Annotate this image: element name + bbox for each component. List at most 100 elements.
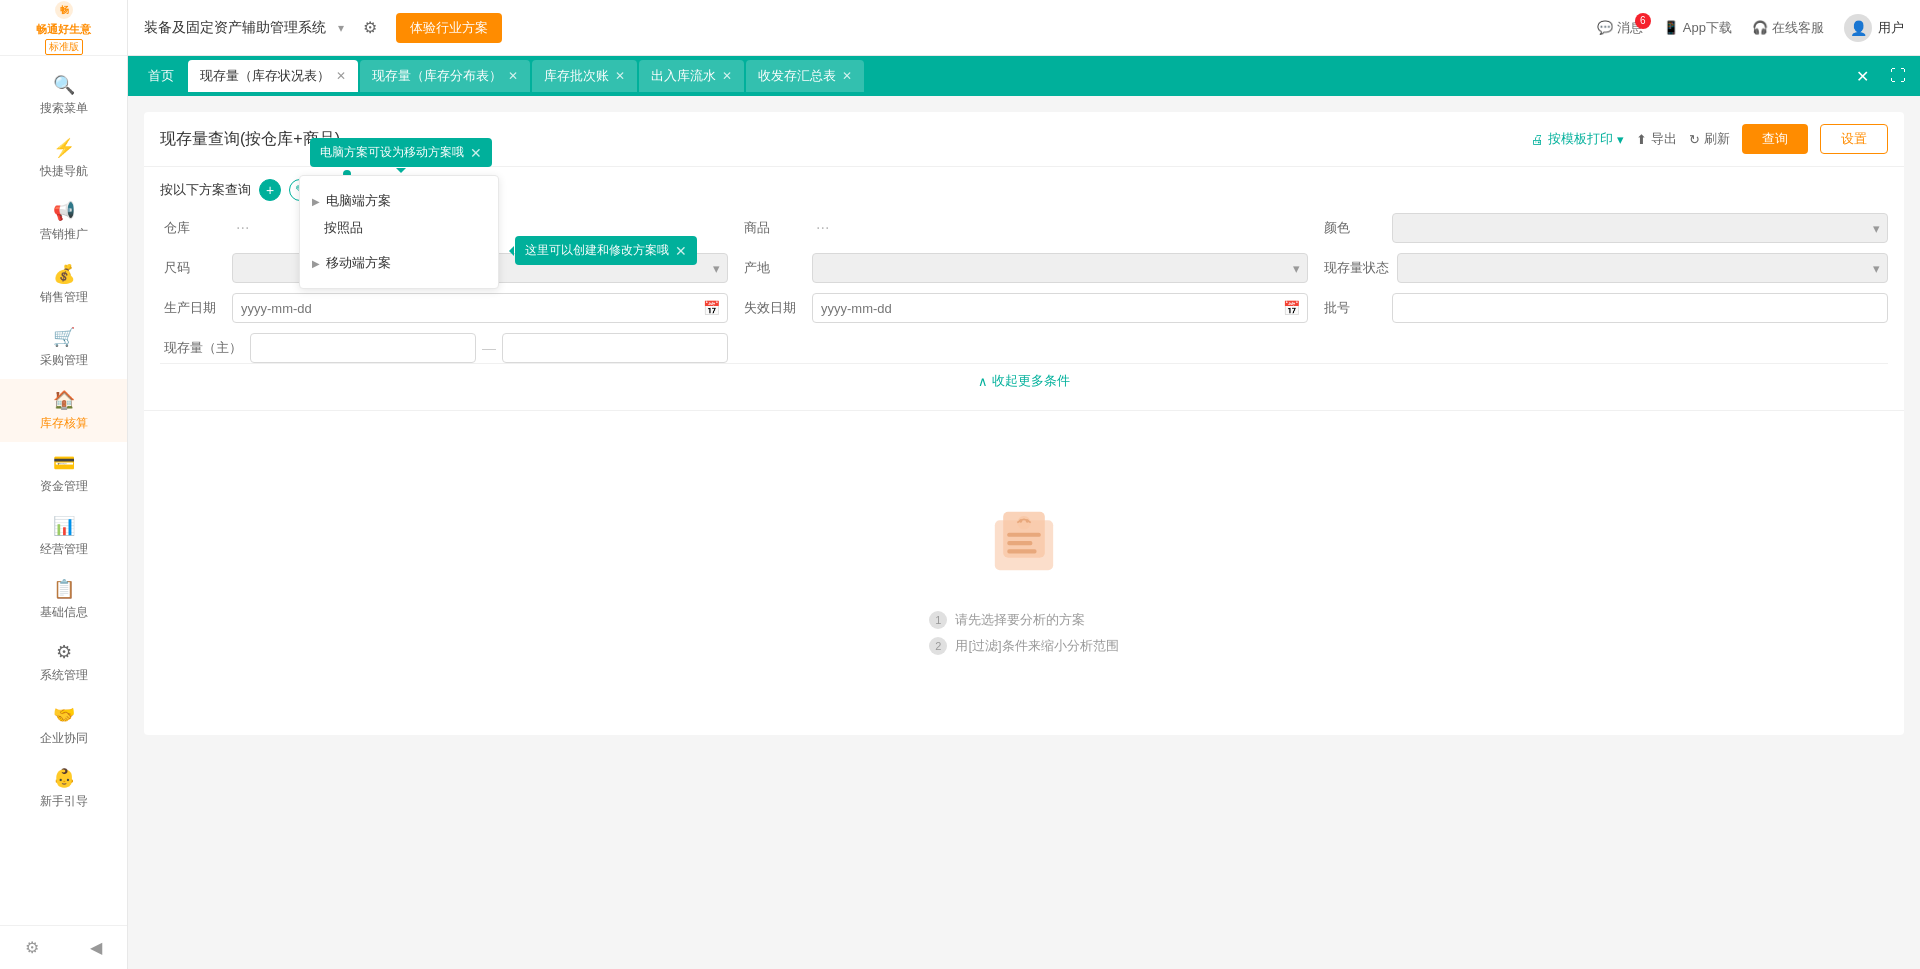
tab-close-inventory-dist[interactable]: ✕ [508, 70, 518, 82]
header-right: 💬 消息 6 📱 App下载 🎧 在线客服 👤 用户 [1597, 14, 1904, 42]
desktop-scheme-toggle[interactable]: ▶ 电脑端方案 [300, 188, 498, 214]
desktop-scheme-item-1[interactable]: 按照品 [300, 214, 498, 242]
tab-close-inventory-status[interactable]: ✕ [336, 70, 346, 82]
phone-icon: 📱 [1663, 20, 1679, 35]
sidebar-item-guide[interactable]: 👶 新手引导 [0, 757, 127, 820]
sidebar-item-quicknav[interactable]: ⚡ 快捷导航 [0, 127, 127, 190]
sidebar-item-purchase[interactable]: 🛒 采购管理 [0, 316, 127, 379]
industry-btn[interactable]: 体验行业方案 [396, 13, 502, 43]
expire-date-input[interactable] [812, 293, 1308, 323]
settings-bottom-icon[interactable]: ⚙ [25, 938, 39, 957]
online-service-btn[interactable]: 🎧 在线客服 [1752, 19, 1824, 37]
refresh-btn[interactable]: ↻ 刷新 [1689, 130, 1730, 148]
app-download-btn[interactable]: 📱 App下载 [1663, 19, 1732, 37]
tab-close-batch-account[interactable]: ✕ [615, 70, 625, 82]
sidebar-item-base[interactable]: 📋 基础信息 [0, 568, 127, 631]
reset-btn[interactable]: 设置 [1820, 124, 1888, 154]
add-scheme-btn[interactable]: + [259, 179, 281, 201]
app-download-label: App下载 [1683, 19, 1732, 37]
create-scheme-tooltip-text: 这里可以创建和修改方案哦 [525, 242, 669, 259]
expire-date-icon: 📅 [1283, 300, 1300, 316]
logo-tag: 标准版 [45, 39, 83, 55]
tab-close-recv-send-summary[interactable]: ✕ [842, 70, 852, 82]
collapse-bar[interactable]: ∧ 收起更多条件 [160, 363, 1888, 398]
print-label: 按模板打印 [1548, 130, 1613, 148]
finance-icon: 💳 [53, 452, 75, 474]
header-left: 装备及固定资产辅助管理系统 ▾ ⚙ 体验行业方案 [144, 13, 502, 43]
produce-date-icon: 📅 [703, 300, 720, 316]
base-icon: 📋 [53, 578, 75, 600]
purchase-icon: 🛒 [53, 326, 75, 348]
tab-inventory-dist[interactable]: 现存量（库存分布表） ✕ [360, 60, 530, 92]
user-menu[interactable]: 👤 用户 [1844, 14, 1904, 42]
sidebar-item-management[interactable]: 📊 经营管理 [0, 505, 127, 568]
tab-close-in-out-flow[interactable]: ✕ [722, 70, 732, 82]
batch-input[interactable] [1392, 293, 1888, 323]
tab-inventory-status[interactable]: 现存量（库存状况表） ✕ [188, 60, 358, 92]
sidebar-item-system[interactable]: ⚙ 系统管理 [0, 631, 127, 694]
sidebar-item-finance[interactable]: 💳 资金管理 [0, 442, 127, 505]
empty-illustration [974, 491, 1074, 591]
filter-row-4: 现存量（主） — [164, 333, 1888, 363]
size-label: 尺码 [164, 259, 224, 277]
mobile-scheme-group: ▶ 移动端方案 [300, 246, 498, 280]
mobile-scheme-label: 移动端方案 [326, 254, 391, 272]
close-all-tabs-icon[interactable]: ✕ [1848, 62, 1876, 90]
tab-recv-send-summary[interactable]: 收发存汇总表 ✕ [746, 60, 864, 92]
service-icon: 🎧 [1752, 20, 1768, 35]
print-btn[interactable]: 🖨 按模板打印 ▾ [1531, 130, 1624, 148]
messages-btn[interactable]: 💬 消息 6 [1597, 19, 1643, 37]
empty-tip-2-text: 用[过滤]条件来缩小分析范围 [955, 637, 1118, 655]
stock-main-from[interactable] [250, 333, 476, 363]
export-btn[interactable]: ⬆ 导出 [1636, 130, 1677, 148]
tab-batch-account[interactable]: 库存批次账 ✕ [532, 60, 637, 92]
search-btn[interactable]: 查询 [1742, 124, 1808, 154]
sidebar-item-enterprise[interactable]: 🤝 企业协同 [0, 694, 127, 757]
logo-text: 畅通好生意 [36, 22, 91, 37]
goods-dots[interactable]: ··· [812, 219, 833, 237]
sidebar-item-sales[interactable]: 💰 销售管理 [0, 253, 127, 316]
svg-rect-4 [1007, 533, 1040, 537]
collapse-icon: ∧ [978, 374, 988, 389]
mobile-scheme-toggle[interactable]: ▶ 移动端方案 [300, 250, 498, 276]
desktop-scheme-arrow: ▶ [312, 196, 320, 207]
home-tab-label: 首页 [148, 67, 174, 85]
header-settings-icon[interactable]: ⚙ [356, 14, 384, 42]
color-select-wrapper [1392, 213, 1888, 243]
scheme-tooltip-close[interactable]: ✕ [470, 145, 482, 161]
stock-main-range: — [250, 333, 728, 363]
svg-text:畅: 畅 [59, 5, 68, 15]
sidebar-item-inventory[interactable]: 🏠 库存核算 [0, 379, 127, 442]
inventory-icon: 🏠 [53, 389, 75, 411]
produce-date-label: 生产日期 [164, 299, 224, 317]
page-actions: 🖨 按模板打印 ▾ ⬆ 导出 ↻ 刷新 查询 设置 [1531, 124, 1888, 154]
produce-date-wrapper: 📅 [232, 293, 728, 323]
create-scheme-tooltip-close[interactable]: ✕ [675, 243, 687, 259]
collapse-sidebar-icon[interactable]: ◀ [90, 938, 102, 957]
stock-main-label: 现存量（主） [164, 339, 242, 357]
range-separator: — [482, 340, 496, 356]
tab-in-out-flow[interactable]: 出入库流水 ✕ [639, 60, 744, 92]
system-dropdown[interactable]: ▾ [338, 21, 344, 35]
svg-rect-6 [1007, 549, 1036, 553]
color-select[interactable] [1392, 213, 1888, 243]
top-header: 装备及固定资产辅助管理系统 ▾ ⚙ 体验行业方案 💬 消息 6 📱 App下载 … [128, 0, 1920, 56]
stock-status-label: 现存量状态 [1324, 259, 1389, 277]
scheme-tooltip-text: 电脑方案可设为移动方案哦 [320, 144, 464, 161]
sidebar-item-marketing[interactable]: 📢 营销推广 [0, 190, 127, 253]
warehouse-dots[interactable]: ··· [232, 219, 253, 237]
origin-select[interactable] [812, 253, 1308, 283]
fullscreen-icon[interactable]: ⛶ [1884, 62, 1912, 90]
stock-main-to[interactable] [502, 333, 728, 363]
empty-tip-2: 2 用[过滤]条件来缩小分析范围 [929, 637, 1118, 655]
filter-field-stock-status: 现存量状态 [1324, 253, 1888, 283]
desktop-scheme-group: ▶ 电脑端方案 按照品 [300, 184, 498, 246]
scheme-tooltip: 电脑方案可设为移动方案哦 ✕ [310, 138, 492, 167]
sidebar: 畅 畅通好生意 标准版 🔍 搜索菜单 ⚡ 快捷导航 📢 营销推广 💰 销售管理 … [0, 0, 128, 969]
produce-date-input[interactable] [232, 293, 728, 323]
create-scheme-tooltip: 这里可以创建和修改方案哦 ✕ [515, 236, 697, 265]
sidebar-item-search[interactable]: 🔍 搜索菜单 [0, 64, 127, 127]
online-service-label: 在线客服 [1772, 19, 1824, 37]
tab-home[interactable]: 首页 [136, 60, 186, 92]
stock-status-select[interactable] [1397, 253, 1888, 283]
